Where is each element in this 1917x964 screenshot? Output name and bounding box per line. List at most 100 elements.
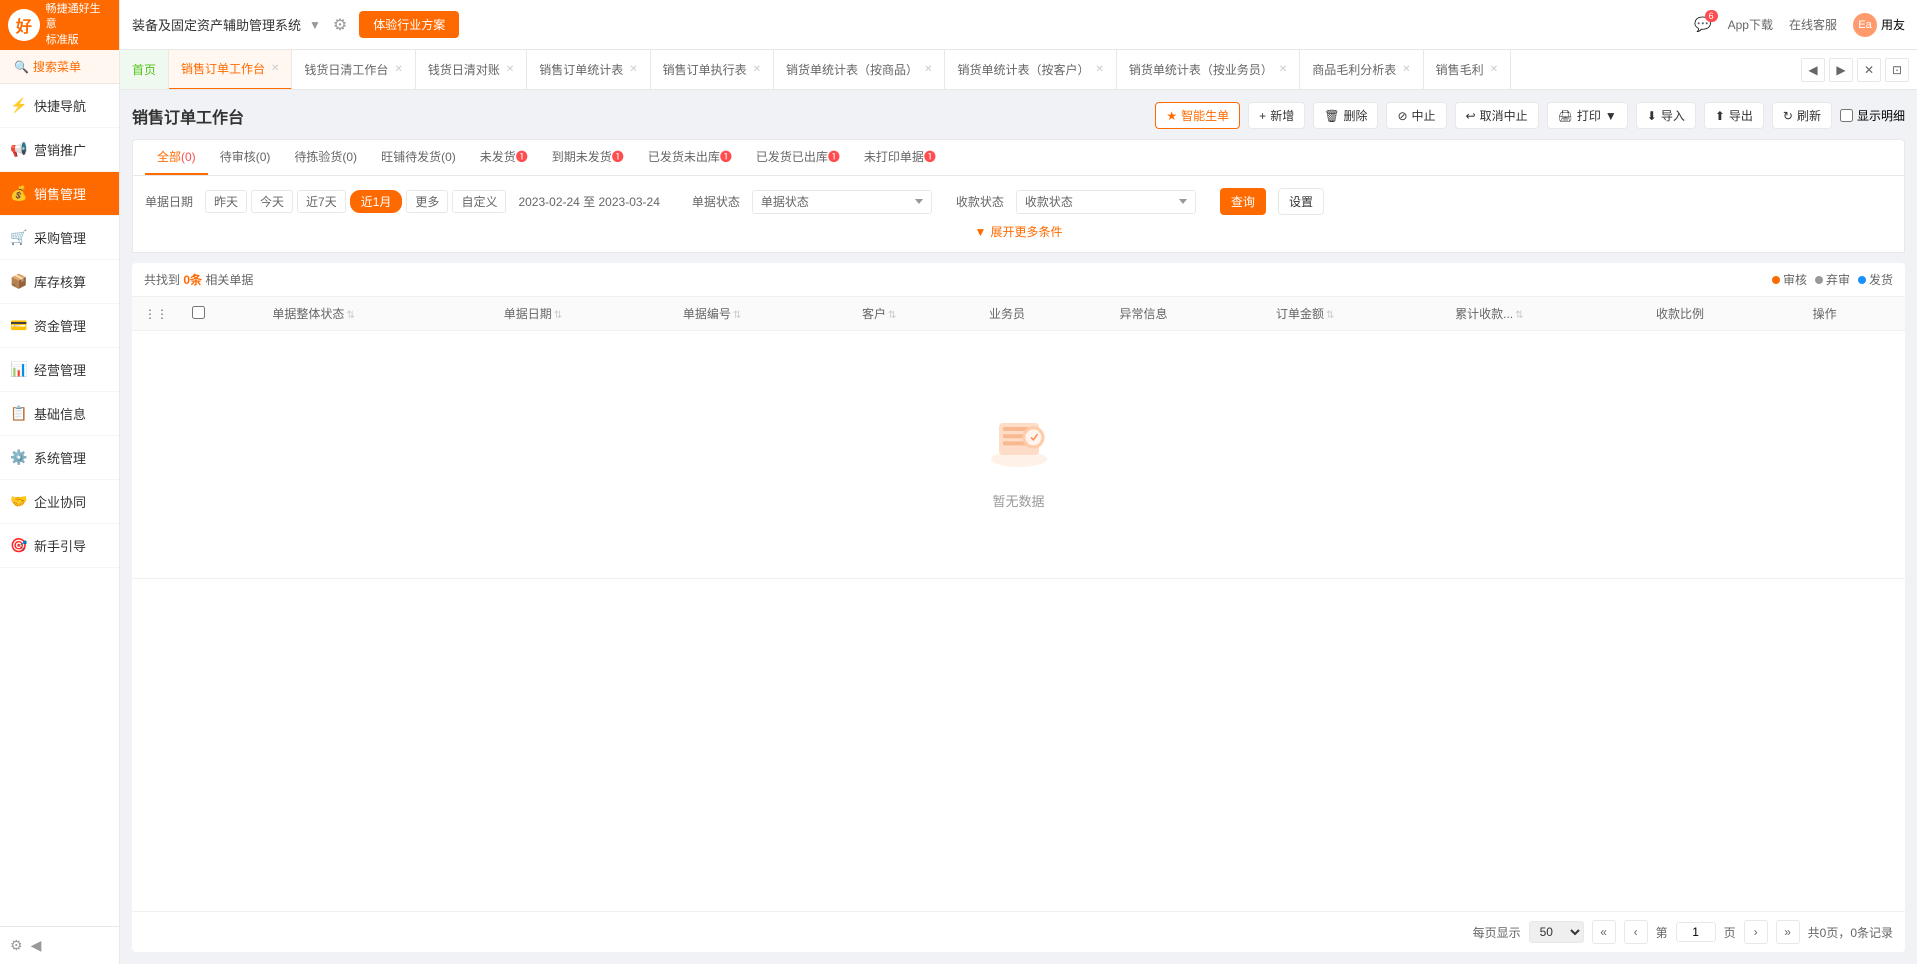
tab-close-icon[interactable]: ✕ [753,64,761,75]
tab-close-icon[interactable]: ✕ [1402,64,1410,75]
tab-sales-exec[interactable]: 销售订单执行表 ✕ [651,50,774,90]
tab-sales-profit[interactable]: 销售毛利 ✕ [1424,50,1511,90]
col-staff[interactable]: 业务员 [977,297,1107,331]
tab-close-icon[interactable]: ✕ [506,64,514,75]
date-last-month-btn[interactable]: 近1月 [350,190,403,213]
app-download-link[interactable]: App下载 [1728,16,1773,33]
col-customer[interactable]: 客户⇅ [850,297,977,331]
first-page-button[interactable]: « [1592,920,1616,944]
sub-tab-pending-review[interactable]: 待审核(0) [208,140,283,175]
tab-close-icon[interactable]: ✕ [1095,64,1103,75]
industry-solution-button[interactable]: 体验行业方案 [359,11,459,38]
col-number[interactable]: 单据编号⇅ [671,297,850,331]
select-all-checkbox[interactable] [192,306,205,319]
sub-tab-not-shipped[interactable]: 未发货❶ [468,140,540,175]
empty-row: 暂无数据 [132,331,1905,579]
import-button[interactable]: ⬇ 导入 [1636,102,1696,129]
review-action-btn[interactable]: 审核 [1772,271,1807,288]
per-page-select[interactable]: 20 50 100 200 [1529,921,1584,943]
search-menu[interactable]: 🔍 搜索菜单 [0,50,119,84]
col-checkbox[interactable] [180,297,260,331]
cancel-stop-button[interactable]: ↩ 取消中止 [1455,102,1539,129]
status-select[interactable]: 单据状态 [752,190,932,214]
sidebar-item-newbie[interactable]: 🎯 新手引导 [0,524,119,568]
settings-icon[interactable]: ⚙ [10,937,23,954]
tab-close-icon[interactable]: ✕ [1279,64,1287,75]
stop-button[interactable]: ⊘ 中止 [1386,102,1446,129]
sub-tab-shipped-out[interactable]: 已发货已出库❶ [744,140,852,175]
col-date[interactable]: 单据日期⇅ [492,297,671,331]
tab-sales-workbench[interactable]: 销售订单工作台 ✕ [169,50,292,90]
sidebar-item-quick-nav[interactable]: ⚡ 快捷导航 [0,84,119,128]
sub-tab-not-printed[interactable]: 未打印单据❶ [852,140,948,175]
sidebar-item-inventory[interactable]: 📦 库存核算 [0,260,119,304]
sub-tab-expired-not-shipped[interactable]: 到期未发货❶ [540,140,636,175]
tab-close-icon[interactable]: ✕ [1490,64,1498,75]
online-service-link[interactable]: 在线客服 [1789,16,1837,33]
settings-icon[interactable]: ⚙ [333,15,347,35]
sub-tab-wangpu-pending[interactable]: 旺铺待发货(0) [369,140,468,175]
tab-gross-margin[interactable]: 商品毛利分析表 ✕ [1300,50,1423,90]
tab-sales-stats[interactable]: 销售订单统计表 ✕ [527,50,650,90]
sub-tab-pending-inspect[interactable]: 待拣验货(0) [282,140,369,175]
refresh-button[interactable]: ↻ 刷新 [1772,102,1832,129]
sidebar-item-finance[interactable]: 💳 资金管理 [0,304,119,348]
collapse-icon[interactable]: ◀ [31,937,42,954]
tab-close-icon[interactable]: ✕ [924,64,932,75]
tab-close-all[interactable]: ✕ [1857,58,1881,82]
query-button[interactable]: 查询 [1220,188,1266,215]
sidebar-item-system[interactable]: ⚙️ 系统管理 [0,436,119,480]
date-yesterday-btn[interactable]: 昨天 [205,190,247,213]
last-page-button[interactable]: » [1776,920,1800,944]
sidebar-item-marketing[interactable]: 📢 营销推广 [0,128,119,172]
col-status[interactable]: 单据整体状态⇅ [260,297,491,331]
col-exception[interactable]: 异常信息 [1107,297,1264,331]
show-detail-input[interactable] [1840,109,1853,122]
cancel-review-action-btn[interactable]: 弃审 [1815,271,1850,288]
prev-page-button[interactable]: ‹ [1624,920,1648,944]
tab-cash-daily[interactable]: 钱货日清工作台 ✕ [292,50,415,90]
date-last7-btn[interactable]: 近7天 [297,190,346,213]
date-more-btn[interactable]: 更多 [406,190,448,213]
sidebar-item-sales[interactable]: 💰 销售管理 [0,172,119,216]
show-detail-checkbox[interactable]: 显示明细 [1840,107,1905,124]
table-scroll[interactable]: ⋮⋮ 单据整体状态⇅ 单据日期⇅ 单据编号⇅ 客户⇅ 业务员 异常信息 订单金额… [132,297,1905,911]
sidebar-item-basic[interactable]: 📋 基础信息 [0,392,119,436]
tab-close-icon[interactable]: ✕ [271,63,279,74]
sub-tab-shipped-not-warehouse[interactable]: 已发货未出库❶ [636,140,744,175]
expand-conditions-button[interactable]: ▼ 展开更多条件 [975,223,1063,240]
tab-scroll-right[interactable]: ▶ [1829,58,1853,82]
ship-action-btn[interactable]: 发货 [1858,271,1893,288]
tab-sales-summary-staff[interactable]: 销货单统计表（按业务员） ✕ [1117,50,1300,90]
message-icon[interactable]: 💬 6 [1694,16,1711,33]
tab-close-icon[interactable]: ✕ [394,64,402,75]
next-page-button[interactable]: › [1744,920,1768,944]
col-ratio[interactable]: 收款比例 [1644,297,1801,331]
sidebar-item-operation[interactable]: 📊 经营管理 [0,348,119,392]
sub-tab-all[interactable]: 全部(0) [145,140,208,175]
smart-create-button[interactable]: ★ 智能生单 [1155,102,1240,129]
export-button[interactable]: ⬆ 导出 [1704,102,1764,129]
col-collected[interactable]: 累计收款...⇅ [1443,297,1644,331]
tab-expand[interactable]: ⊡ [1885,58,1909,82]
user-info[interactable]: Ea 用友 [1853,13,1905,37]
col-amount[interactable]: 订单金额⇅ [1264,297,1443,331]
add-button[interactable]: + 新增 [1248,102,1305,129]
tab-sales-summary-customer[interactable]: 销货单统计表（按客户） ✕ [945,50,1116,90]
delete-button[interactable]: 🗑 删除 [1313,102,1378,129]
date-custom-btn[interactable]: 自定义 [452,190,506,213]
sidebar-item-purchase[interactable]: 🛒 采购管理 [0,216,119,260]
system-dropdown[interactable]: ▼ [309,18,321,32]
payment-select[interactable]: 收款状态 [1016,190,1196,214]
plus-icon: + [1259,109,1266,123]
tab-scroll-left[interactable]: ◀ [1801,58,1825,82]
tab-sales-summary-product[interactable]: 销货单统计表（按商品） ✕ [774,50,945,90]
tab-cash-reconcile[interactable]: 钱货日清对账 ✕ [416,50,527,90]
tab-home[interactable]: 首页 [120,50,169,90]
print-button[interactable]: 🖨 打印 ▼ [1547,102,1628,129]
date-today-btn[interactable]: 今天 [251,190,293,213]
page-input[interactable] [1676,922,1716,942]
settings-button[interactable]: 设置 [1278,188,1324,215]
sidebar-item-enterprise[interactable]: 🤝 企业协同 [0,480,119,524]
tab-close-icon[interactable]: ✕ [629,64,637,75]
